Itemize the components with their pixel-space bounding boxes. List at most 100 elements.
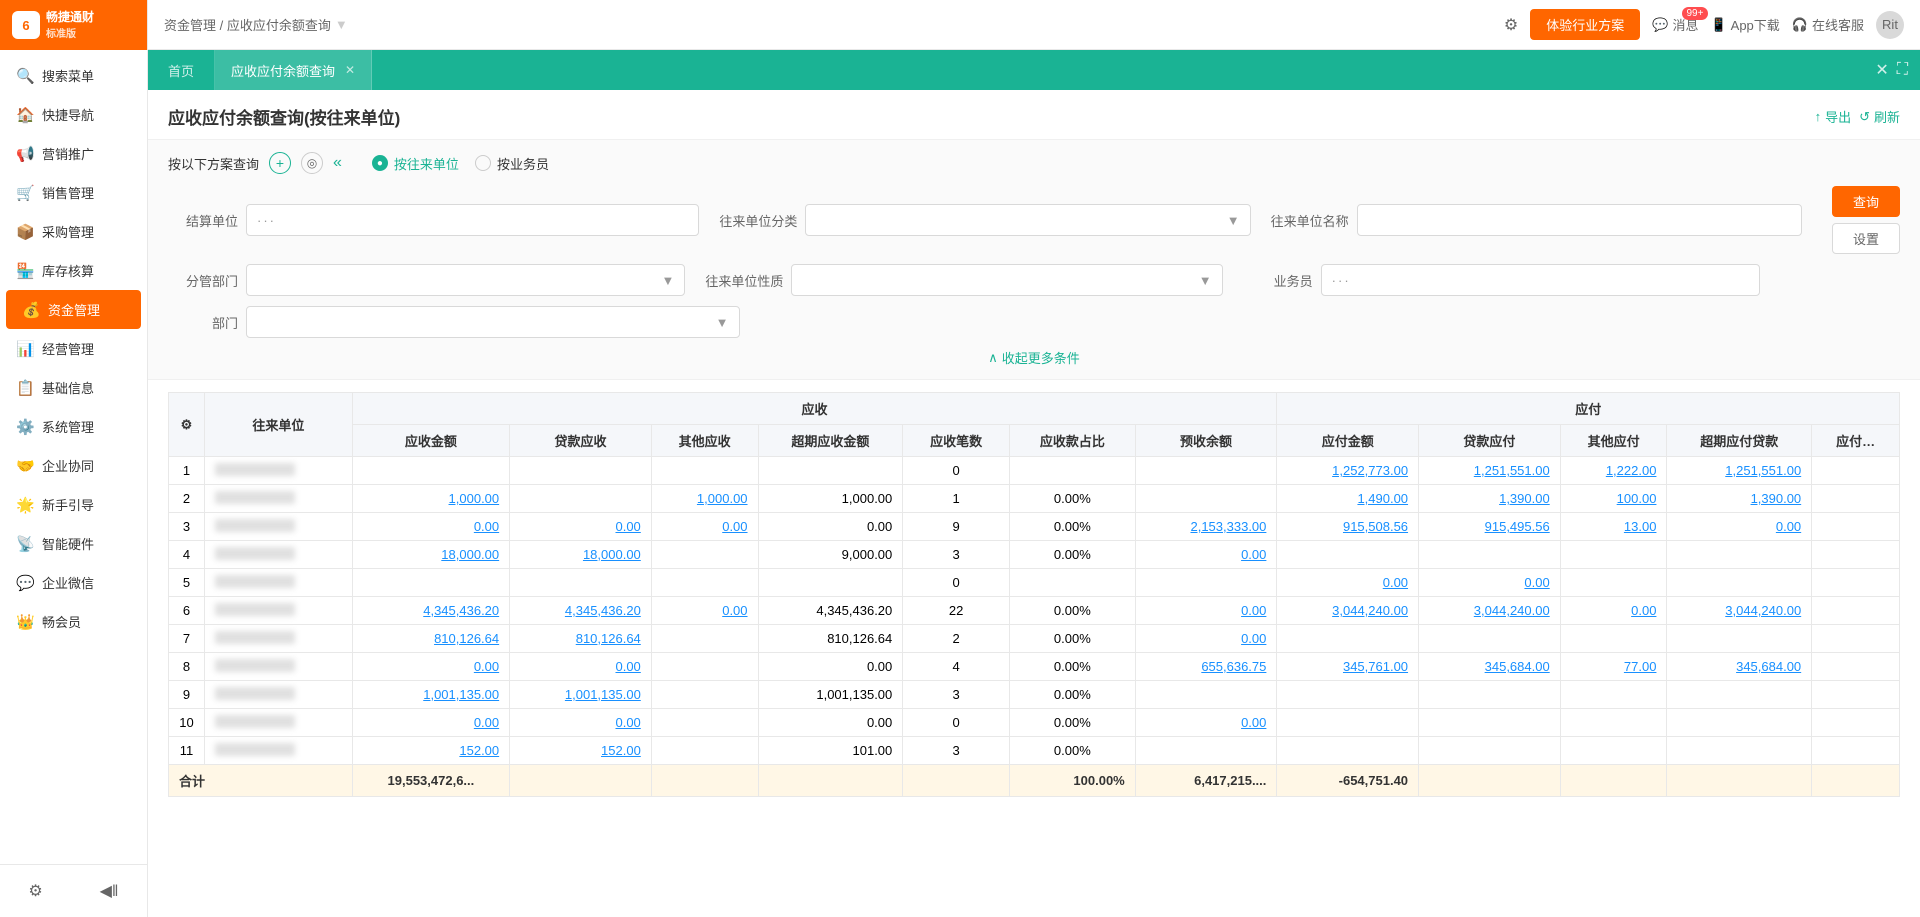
message-button[interactable]: 💬 消息 99+ [1652,15,1698,34]
refresh-button[interactable]: ↺ 刷新 [1859,107,1900,126]
row-other-payable [1560,541,1667,569]
row-index: 6 [169,597,205,625]
unit-type-label: 往来单位分类 [719,211,797,230]
tab-bar-actions: ✕ ⛶ [1875,60,1920,80]
settlement-input[interactable]: ··· [246,204,699,236]
warehouse-icon: 🏪 [16,262,34,280]
tab-expand-icon[interactable]: ⛶ [1897,61,1908,79]
sidebar-item-sales[interactable]: 🛒 销售管理 [0,173,147,212]
sidebar-item-warehouse[interactable]: 🏪 库存核算 [0,251,147,290]
staff-input[interactable]: ··· [1321,264,1760,296]
row-overdue-receivable: 0.00 [758,709,903,737]
row-loan-receivable: 0.00 [510,653,652,681]
footer-label: 合计 [169,765,353,797]
enterprise-icon: 🤝 [16,457,34,475]
tab-home[interactable]: 首页 [148,50,215,90]
th-payable-amount: 应付金额 [1277,425,1419,457]
sidebar-collapse-btn[interactable]: ◀‖ [88,873,131,909]
tab-close-window-icon[interactable]: ✕ [1875,60,1888,80]
radio-active-icon: ● [372,155,388,171]
unit-name-input[interactable] [1357,204,1802,236]
filter-option-by-staff[interactable]: 按业务员 [475,154,549,173]
row-company [205,653,353,681]
row-receivable-count: 3 [903,681,1010,709]
filter-option-by-unit[interactable]: ● 按往来单位 [372,154,459,173]
sidebar-item-basic[interactable]: 📋 基础信息 [0,368,147,407]
filter-field-department: 部门 ▼ [168,306,740,338]
row-overdue-receivable: 810,126.64 [758,625,903,653]
sidebar-logo: 6 畅捷通财 标准版 [0,0,147,50]
sidebar-item-guide[interactable]: 🌟 新手引导 [0,485,147,524]
sidebar-item-label: 快捷导航 [42,105,94,124]
dept-select[interactable]: ▼ [246,264,685,296]
row-other-payable: 1,222.00 [1560,457,1667,485]
row-overdue-receivable: 0.00 [758,653,903,681]
row-payable-amount: 0.00 [1277,569,1419,597]
table-row: 8 0.00 0.00 0.00 4 0.00% 655,636.75 345,… [169,653,1900,681]
row-overdue-payable: 1,251,551.00 [1667,457,1812,485]
service-icon: 🎧 [1792,17,1808,33]
unit-type-select[interactable]: ▼ [805,204,1250,236]
sidebar-item-label: 采购管理 [42,222,94,241]
tab-close-icon[interactable]: ✕ [345,63,355,77]
gear-icon[interactable]: ⚙ [1504,15,1518,35]
row-company [205,681,353,709]
row-loan-payable: 1,390.00 [1419,485,1561,513]
row-prepaid-balance: 0.00 [1135,625,1277,653]
row-index: 9 [169,681,205,709]
row-receivable-count: 4 [903,653,1010,681]
sidebar-settings-btn[interactable]: ⚙ [16,873,54,909]
unit-nature-select[interactable]: ▼ [791,264,1222,296]
filter-schema-button[interactable]: ◎ [301,152,323,174]
sidebar-item-wechat[interactable]: 💬 企业微信 [0,563,147,602]
row-loan-receivable [510,485,652,513]
online-service-button[interactable]: 🎧 在线客服 [1792,15,1864,34]
chevron-down-icon-3: ▼ [1199,273,1212,288]
sidebar-item-member[interactable]: 👑 畅会员 [0,602,147,641]
sidebar-item-finance[interactable]: 💰 资金管理 [6,290,141,329]
sidebar-item-enterprise[interactable]: 🤝 企业协同 [0,446,147,485]
tab-query[interactable]: 应收应付余额查询 ✕ [215,50,372,90]
row-receivable-ratio: 0.00% [1010,485,1136,513]
settlement-dots: ··· [257,213,276,228]
filter-add-button[interactable]: + [269,152,291,174]
sidebar-item-marketing[interactable]: 📢 营销推广 [0,134,147,173]
solution-button[interactable]: 体验行业方案 [1530,9,1640,40]
collapse-button[interactable]: ∧ 收起更多条件 [988,348,1080,367]
row-overdue-receivable: 0.00 [758,513,903,541]
department-select[interactable]: ▼ [246,306,740,338]
sidebar-item-search[interactable]: 🔍 搜索菜单 [0,56,147,95]
sidebar-item-purchase[interactable]: 📦 采购管理 [0,212,147,251]
page-title: 应收应付余额查询(按往来单位) [168,104,400,129]
row-payable-more [1812,485,1900,513]
table-row: 2 1,000.00 1,000.00 1,000.00 1 0.00% 1,4… [169,485,1900,513]
guide-icon: 🌟 [16,496,34,514]
row-overdue-payable [1667,569,1812,597]
footer-empty-1 [510,765,652,797]
row-loan-payable [1419,541,1561,569]
row-company [205,625,353,653]
row-company [205,457,353,485]
sidebar-item-system[interactable]: ⚙️ 系统管理 [0,407,147,446]
row-index: 11 [169,737,205,765]
sidebar-item-hardware[interactable]: 📡 智能硬件 [0,524,147,563]
home-icon: 🏠 [16,106,34,124]
user-avatar[interactable]: Rit [1876,11,1904,39]
setting-button[interactable]: 设置 [1832,223,1900,254]
row-index: 2 [169,485,205,513]
table-row: 6 4,345,436.20 4,345,436.20 0.00 4,345,4… [169,597,1900,625]
row-other-receivable [651,709,758,737]
export-button[interactable]: ↑ 导出 [1815,107,1852,126]
app-download-button[interactable]: 📱 App下载 [1710,15,1779,34]
filter-collapse-toggle[interactable]: « [333,154,342,172]
sidebar-item-operation[interactable]: 📊 经营管理 [0,329,147,368]
row-other-payable: 77.00 [1560,653,1667,681]
filter-field-settlement: 结算单位 ··· [168,204,699,236]
query-button[interactable]: 查询 [1832,186,1900,217]
th-settings[interactable]: ⚙ [169,393,205,457]
th-receivable-amount: 应收金额 [352,425,510,457]
export-icon: ↑ [1815,109,1822,124]
row-loan-payable: 1,251,551.00 [1419,457,1561,485]
row-receivable-count: 0 [903,457,1010,485]
sidebar-item-quick[interactable]: 🏠 快捷导航 [0,95,147,134]
